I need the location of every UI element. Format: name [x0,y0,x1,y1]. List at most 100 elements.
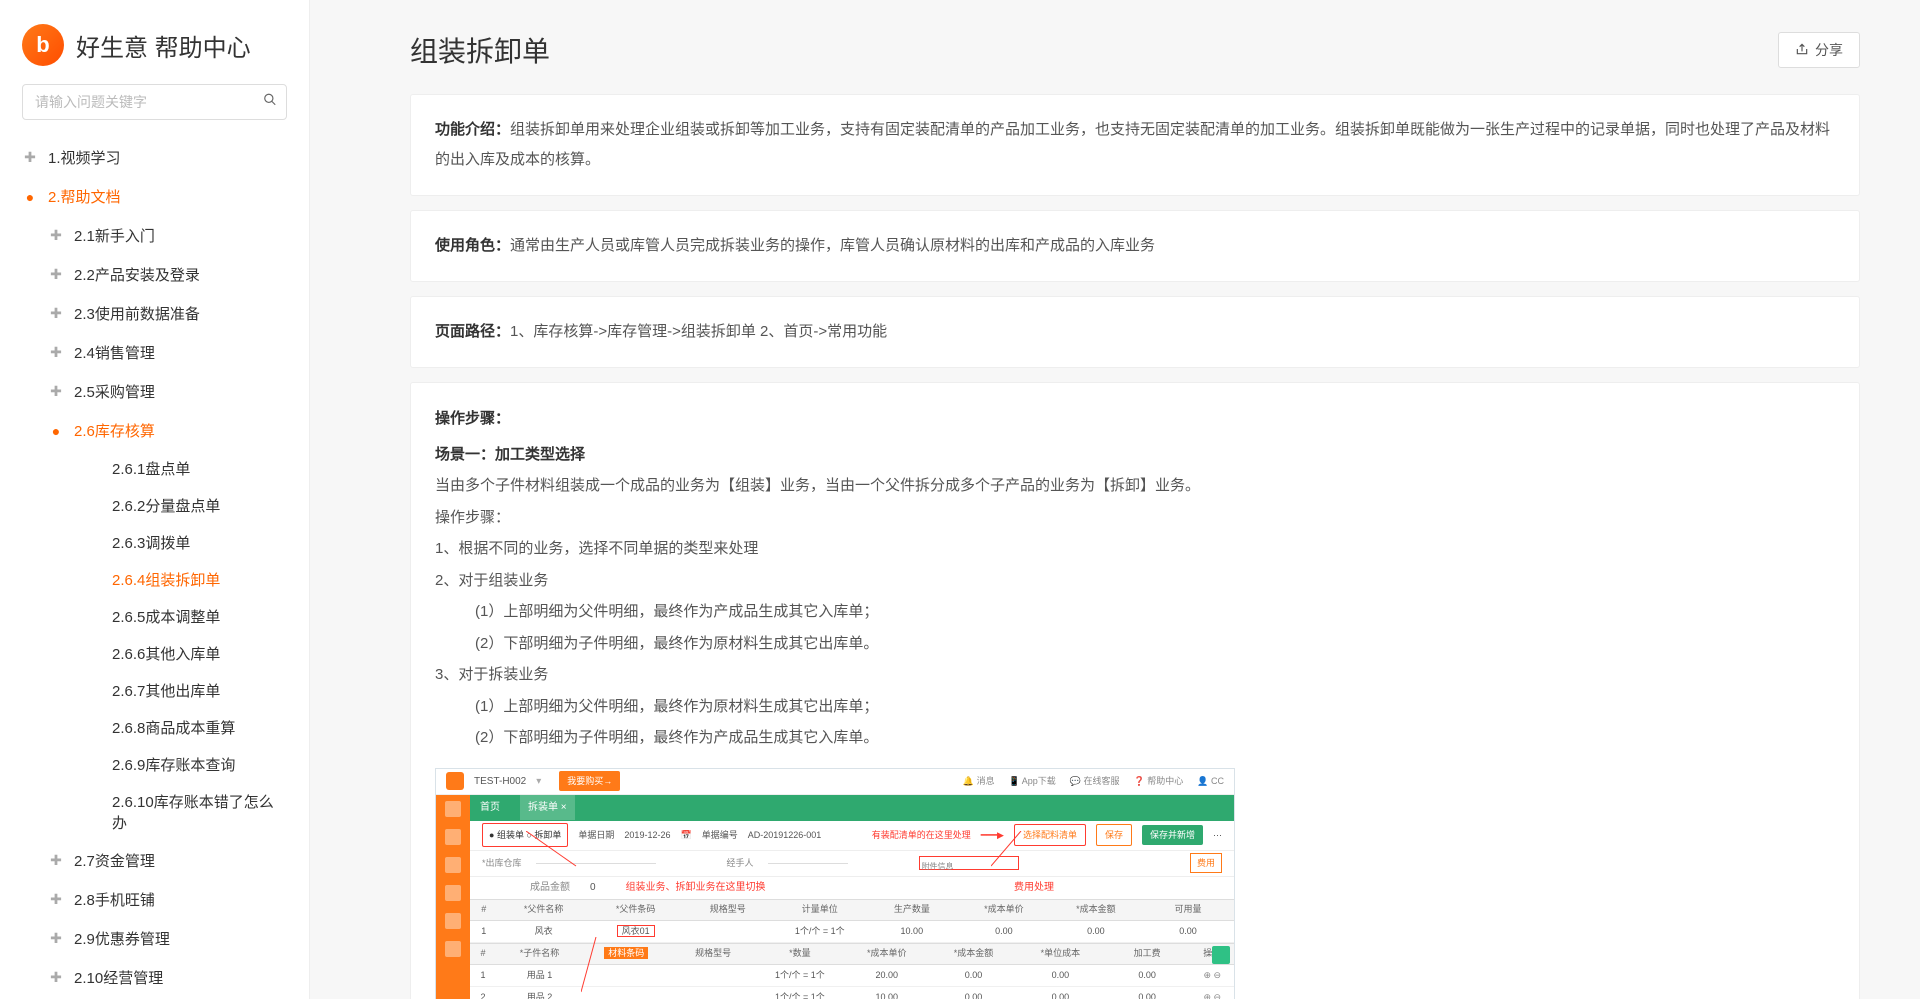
nav-2-6-4[interactable]: 2.6.4组装拆卸单 [74,561,287,598]
nav-2-5[interactable]: ✚2.5采购管理 [48,372,287,411]
site-title: 好生意 帮助中心 [76,28,251,63]
steps-p4a: (1）上部明细为父件明细，最终作为产成品生成其它入库单； [435,596,1835,628]
nav-2-6-10[interactable]: 2.6.10库存账本错了怎么办 [74,783,287,841]
search-input[interactable] [22,84,287,120]
ss-anno-fee: 费用处理 [1014,877,1054,898]
sidebar: b 好生意 帮助中心 ✚1.视频学习 ●2.帮助文档 ✚2.1新手入门 ✚2.2… [0,0,310,999]
search-icon[interactable] [263,93,277,112]
steps-p4b: (2）下部明细为子件明细，最终作为原材料生成其它出库单。 [435,628,1835,660]
ss-warehouse-label: *出库仓库 [482,854,522,873]
nav-2-6-6[interactable]: 2.6.6其他入库单 [74,635,287,672]
plus-icon: ✚ [48,931,64,947]
logo-icon: b [22,24,64,66]
ss-anno-bom: 有装配清单的在这里处理 [872,826,971,845]
nav-label: 2.7资金管理 [74,850,155,871]
nav-2-6-7[interactable]: 2.6.7其他出库单 [74,672,287,709]
role-card: 使用角色：通常由生产人员或库管人员完成拆装业务的操作，库管人员确认原材料的出库和… [410,210,1860,282]
ss-side-icon [445,857,461,873]
ss-td: 用品 1 [496,966,583,985]
ss-arrow-line-icon [581,937,611,997]
steps-p5a: (1）上部明细为父件明细，最终作为原材料生成其它出库单； [435,691,1835,723]
nav-label: 2.9优惠券管理 [74,928,170,949]
nav-2-7[interactable]: ✚ 2.7资金管理 [48,841,287,880]
ss-amount-value: 0 [590,877,596,898]
scenario-heading: 场景一：加工类型选择 [435,439,1835,471]
ss-side-icon [445,885,461,901]
ss-th: *单位成本 [1017,944,1104,963]
ss-save-button: 保存 [1096,824,1132,847]
plus-icon: ✚ [48,267,64,283]
ss-td: 10.00 [843,988,930,999]
ss-tab-current: 拆装单 × [520,795,575,820]
ss-date-value: 2019-12-26 [624,826,670,845]
share-button[interactable]: 分享 [1778,32,1860,68]
ss-logo-icon [446,772,464,790]
logo-row: b 好生意 帮助中心 [0,0,309,84]
ss-th: *数量 [756,944,843,963]
ss-savenew-button: 保存并新增 [1142,825,1203,846]
ss-main: 首页 拆装单 × ● 组装单 ○ 拆卸单 单据日期 2019-12-26 📅 单… [470,795,1234,999]
ss-td: 用品 2 [496,988,583,999]
nav-2-4[interactable]: ✚2.4销售管理 [48,333,287,372]
nav-2-3[interactable]: ✚2.3使用前数据准备 [48,294,287,333]
main-content: 组装拆卸单 分享 功能介绍：组装拆卸单用来处理企业组装或拆卸等加工业务，支持有固… [310,0,1920,999]
nav-label: 2.10经营管理 [74,967,163,988]
nav-2-8[interactable]: ✚2.8手机旺铺 [48,880,287,919]
ss-code-value: AD-20191226-001 [748,826,822,845]
nav-2-2[interactable]: ✚ 2.2产品安装及登录 [48,255,287,294]
nav-2-6-2[interactable]: 2.6.2分量盘点单 [74,487,287,524]
nav-label: 1.视频学习 [48,147,121,168]
ss-parent-table-head: # *父件名称 *父件条码 规格型号 计量单位 生产数量 *成本单价 *成本金额… [470,899,1234,921]
nav-2-6-3[interactable]: 2.6.3调拨单 [74,524,287,561]
ss-bell-icon: 🔔 消息 [963,772,995,791]
ss-app-link: 📱 App下载 [1009,772,1056,791]
ss-td: 0.00 [958,922,1050,941]
steps-p2: 操作步骤： [435,502,1835,534]
plus-icon: ✚ [48,892,64,908]
nav-label: 2.4销售管理 [74,342,155,363]
nav-label: 2.2产品安装及登录 [74,264,200,285]
steps-p1: 当由多个子件材料组装成一个成品的业务为【组装】业务，当由一个父件拆分成多个子产品… [435,470,1835,502]
ss-side-icon [445,941,461,957]
nav-2-6-8[interactable]: 2.6.8商品成本重算 [74,709,287,746]
ss-side-icon [445,801,461,817]
nav-video[interactable]: ✚1.视频学习 [22,138,287,177]
nav-2-6[interactable]: ●2.6库存核算 [48,411,287,450]
plus-icon: ✚ [48,970,64,986]
minus-icon: ● [22,189,38,205]
embedded-screenshot: TEST-H002 ▾ 我要购买→ 🔔 消息 📱 App下载 💬 在线客服 ❓ … [435,768,1235,999]
ss-fee-button: 费用 [1190,853,1222,874]
ss-td: 10.00 [866,922,958,941]
ss-th: *成本单价 [843,944,930,963]
ss-td: 1个/个 = 1个 [756,988,843,999]
intro-text: 组装拆卸单用来处理企业组装或拆卸等加工业务，支持有固定装配清单的产品加工业务，也… [435,121,1830,168]
nav-2-10[interactable]: ✚ 2.10经营管理 [48,958,287,997]
nav-2-9[interactable]: ✚ 2.9优惠券管理 [48,919,287,958]
steps-card: 操作步骤： 场景一：加工类型选择 当由多个子件材料组装成一个成品的业务为【组装】… [410,382,1860,999]
steps-p5: 3、对于拆装业务 [435,659,1835,691]
ss-note-row: 成品金额 0 组装业务、拆卸业务在这里切换 费用处理 [470,877,1234,899]
ss-expand-icon [1212,946,1230,964]
nav-helpdocs[interactable]: ●2.帮助文档 [22,177,287,216]
nav-2-6-1[interactable]: 2.6.1盘点单 [74,450,287,487]
ss-th: 规格型号 [682,900,774,919]
ss-td: 0.00 [1104,966,1191,985]
steps-heading: 操作步骤： [435,403,1835,435]
ss-avatar-icon: 👤 CC [1197,772,1224,791]
nav-2-6-5[interactable]: 2.6.5成本调整单 [74,598,287,635]
plus-icon: ✚ [48,228,64,244]
ss-td: 0.00 [1050,922,1142,941]
nav-2-1[interactable]: ✚2.1新手入门 [48,216,287,255]
ss-topbar: TEST-H002 ▾ 我要购买→ 🔔 消息 📱 App下载 💬 在线客服 ❓ … [436,769,1234,795]
ss-td: 0.00 [930,966,1017,985]
ss-th: *成本单价 [958,900,1050,919]
plus-icon: ✚ [48,306,64,322]
plus-icon: ✚ [48,853,64,869]
ss-handler-label: 经手人 [727,854,754,873]
ss-side-icon [445,913,461,929]
steps-p3: 1、根据不同的业务，选择不同单据的类型来处理 [435,533,1835,565]
ss-th: 可用量 [1142,900,1234,919]
intro-label: 功能介绍： [435,121,510,138]
intro-card: 功能介绍：组装拆卸单用来处理企业组装或拆卸等加工业务，支持有固定装配清单的产品加… [410,94,1860,196]
nav-2-6-9[interactable]: 2.6.9库存账本查询 [74,746,287,783]
